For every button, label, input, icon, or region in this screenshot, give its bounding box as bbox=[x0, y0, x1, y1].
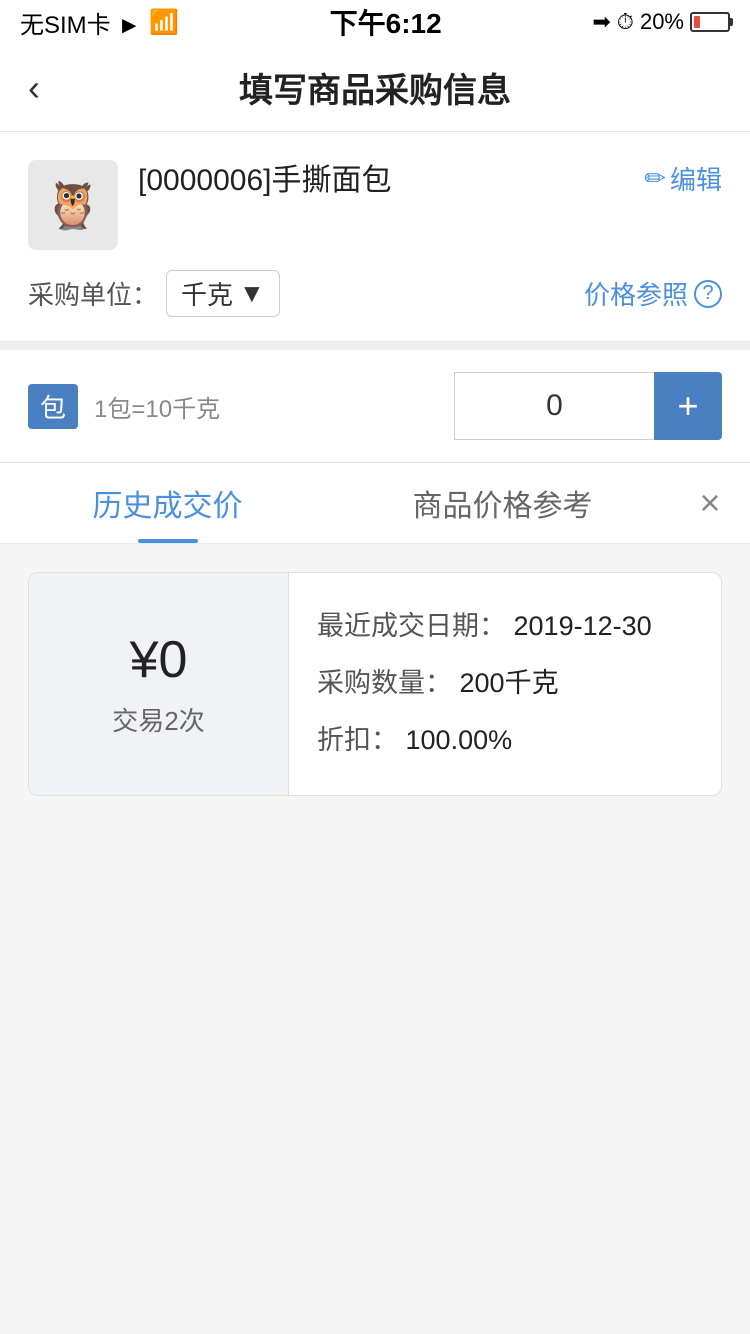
unit-conversion: 1包=10千克 bbox=[94, 389, 220, 424]
edit-button[interactable]: ✏ 编辑 bbox=[644, 160, 722, 197]
discount-row: 折扣： 100.00% bbox=[317, 719, 693, 762]
wifi-icon: 📶 bbox=[149, 8, 179, 37]
discount-label: 折扣： bbox=[317, 725, 398, 755]
price-card-right: 最近成交日期： 2019-12-30 采购数量： 200千克 折扣： 100.0… bbox=[289, 573, 721, 795]
edit-icon: ✏ bbox=[644, 163, 666, 194]
alarm-icon: ⏱ bbox=[617, 9, 634, 35]
unit-label: 采购单位： bbox=[28, 275, 158, 312]
carrier-text: 无SIM卡 ► bbox=[20, 5, 141, 40]
price-history-card: ¥0 交易2次 最近成交日期： 2019-12-30 采购数量： 200千克 折… bbox=[28, 572, 722, 796]
discount-value: 100.00% bbox=[406, 725, 513, 755]
price-ref-button[interactable]: 价格参照 ? bbox=[584, 275, 722, 312]
increment-button[interactable]: + bbox=[654, 372, 722, 440]
date-row: 最近成交日期： 2019-12-30 bbox=[317, 605, 693, 648]
battery-icon bbox=[690, 12, 730, 32]
battery-fill bbox=[694, 16, 700, 28]
product-card: 🦉 [0000006]手撕面包 ✏ 编辑 采购单位： 千克 ▼ 价格参照 ? bbox=[0, 132, 750, 342]
qty-row: 采购数量： 200千克 bbox=[317, 662, 693, 705]
tab-product-price-ref[interactable]: 商品价格参考 bbox=[335, 463, 670, 543]
unit-badge: 包 bbox=[28, 384, 78, 429]
product-logo: 🦉 bbox=[28, 160, 118, 250]
qty-label: 采购数量： bbox=[317, 668, 452, 698]
quantity-section: 包 1包=10千克 0 + bbox=[0, 342, 750, 463]
dropdown-icon: ▼ bbox=[239, 278, 265, 309]
location-icon: ➡ bbox=[592, 9, 610, 35]
content-area: ¥0 交易2次 最近成交日期： 2019-12-30 采购数量： 200千克 折… bbox=[0, 544, 750, 1144]
quantity-input[interactable]: 0 bbox=[454, 372, 654, 440]
qty-value: 200千克 bbox=[460, 668, 559, 698]
tab-row: 历史成交价 商品价格参考 × bbox=[0, 463, 750, 543]
nav-bar: ‹ 填写商品采购信息 bbox=[0, 44, 750, 132]
status-right: ➡ ⏱ 20% bbox=[592, 9, 730, 35]
tab-history-price[interactable]: 历史成交价 bbox=[0, 463, 335, 543]
date-value: 2019-12-30 bbox=[514, 611, 652, 641]
product-logo-image: 🦉 bbox=[44, 182, 101, 228]
price-ref-label: 价格参照 bbox=[584, 275, 688, 312]
qty-input-area: 0 + bbox=[454, 372, 722, 440]
edit-label: 编辑 bbox=[670, 160, 722, 197]
status-time: 下午6:12 bbox=[330, 2, 442, 42]
unit-select[interactable]: 千克 ▼ bbox=[166, 270, 280, 317]
tab-product-label: 商品价格参考 bbox=[413, 481, 593, 525]
tab-underline bbox=[138, 539, 198, 543]
unit-value: 千克 bbox=[181, 275, 233, 312]
battery-percent: 20% bbox=[640, 9, 684, 35]
unit-selector-group: 采购单位： 千克 ▼ bbox=[28, 270, 280, 317]
date-label: 最近成交日期： bbox=[317, 611, 506, 641]
status-carrier: 无SIM卡 ► 📶 bbox=[20, 5, 179, 40]
tab-history-label: 历史成交价 bbox=[93, 481, 243, 525]
product-unit-row: 采购单位： 千克 ▼ 价格参照 ? bbox=[28, 270, 722, 317]
tab-section: 历史成交价 商品价格参考 × bbox=[0, 463, 750, 544]
close-button[interactable]: × bbox=[670, 482, 750, 524]
product-info: [0000006]手撕面包 bbox=[138, 160, 391, 202]
price-amount: ¥0 bbox=[130, 629, 188, 691]
price-card-left: ¥0 交易2次 bbox=[29, 573, 289, 795]
trade-count: 交易2次 bbox=[112, 701, 204, 738]
product-left: 🦉 [0000006]手撕面包 bbox=[28, 160, 391, 250]
info-icon: ? bbox=[694, 280, 722, 308]
qty-left: 包 1包=10千克 bbox=[28, 384, 220, 429]
page-title: 填写商品采购信息 bbox=[239, 63, 511, 112]
back-button[interactable]: ‹ bbox=[28, 67, 40, 109]
product-header: 🦉 [0000006]手撕面包 ✏ 编辑 bbox=[28, 160, 722, 250]
product-name: [0000006]手撕面包 bbox=[138, 160, 391, 202]
status-bar: 无SIM卡 ► 📶 下午6:12 ➡ ⏱ 20% bbox=[0, 0, 750, 44]
